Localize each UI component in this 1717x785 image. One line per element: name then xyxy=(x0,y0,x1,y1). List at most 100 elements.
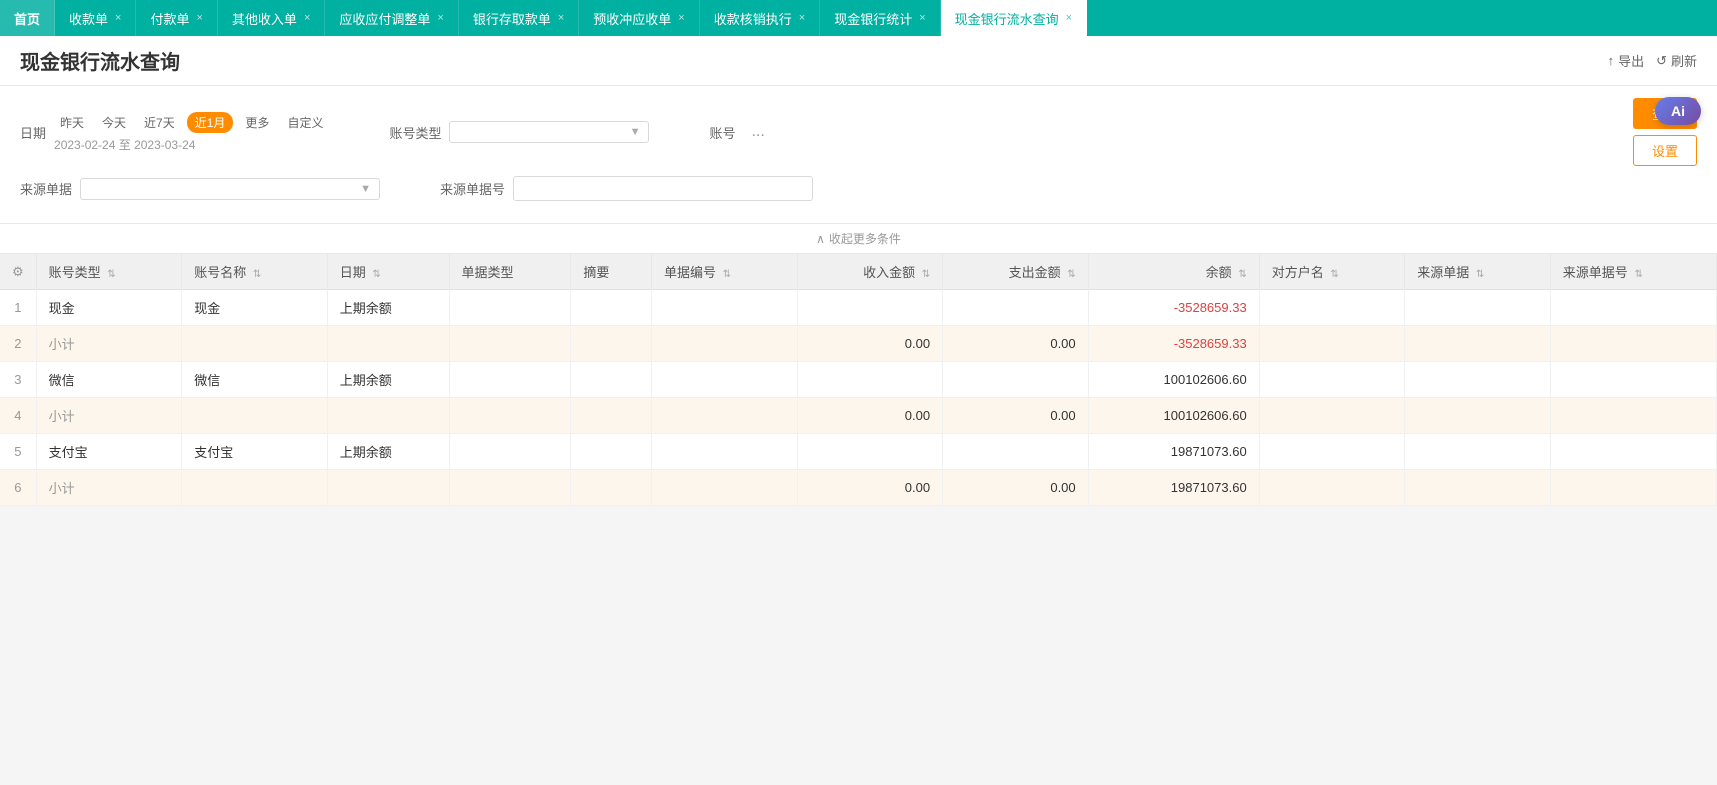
nav-cash-bank-stat[interactable]: 现金银行统计 × xyxy=(820,0,940,36)
nav-prepaid-offset-close[interactable]: × xyxy=(678,12,684,24)
source-doc-label: 来源单据 xyxy=(20,179,72,198)
shortcut-yesterday[interactable]: 昨天 xyxy=(54,112,90,133)
cell-income: 0.00 xyxy=(797,326,943,362)
source-doc-no-filter-group: 来源单据号 xyxy=(440,176,813,201)
th-source-doc-label: 来源单据 xyxy=(1417,265,1469,280)
th-account-type-label: 账号类型 xyxy=(49,265,101,280)
filter-area: 日期 昨天 今天 近7天 近1月 更多 自定义 2023-02-24 至 202… xyxy=(0,86,1717,224)
nav-payment-close[interactable]: × xyxy=(196,12,202,24)
th-income[interactable]: 收入金额 ⇅ xyxy=(797,254,943,290)
th-balance-label: 余额 xyxy=(1206,265,1232,280)
nav-home[interactable]: 首页 xyxy=(0,0,55,36)
th-doc-type: 单据类型 xyxy=(449,254,571,290)
sort-icon-balance: ⇅ xyxy=(1238,269,1246,280)
th-account-type[interactable]: 账号类型 ⇅ xyxy=(36,254,182,290)
th-doc-no[interactable]: 单据编号 ⇅ xyxy=(652,254,798,290)
source-doc-select[interactable]: ▼ xyxy=(80,178,380,200)
cell-gear: 1 xyxy=(0,290,36,326)
th-source-doc-no[interactable]: 来源单据号 ⇅ xyxy=(1550,254,1716,290)
th-source-doc-no-label: 来源单据号 xyxy=(1563,265,1628,280)
th-counterpart[interactable]: 对方户名 ⇅ xyxy=(1259,254,1405,290)
shortcut-more[interactable]: 更多 xyxy=(239,112,275,133)
nav-other-income[interactable]: 其他收入单 × xyxy=(218,0,325,36)
cell-account-name: 支付宝 xyxy=(182,434,328,470)
ai-button[interactable]: Ai xyxy=(1655,97,1701,125)
refresh-icon: ↺ xyxy=(1656,53,1667,69)
date-shortcuts-container: 昨天 今天 近7天 近1月 更多 自定义 2023-02-24 至 2023-0… xyxy=(54,112,329,153)
account-dots[interactable]: ... xyxy=(743,119,772,145)
th-income-label: 收入金额 xyxy=(863,265,915,280)
gear-icon[interactable]: ⚙ xyxy=(12,264,24,279)
cell-expense: 0.00 xyxy=(943,326,1089,362)
nav-payment[interactable]: 付款单 × xyxy=(136,0,217,36)
cell-account-name: 微信 xyxy=(182,362,328,398)
cell-date xyxy=(327,470,449,506)
nav-ar-ap-adjust-label: 应收应付调整单 xyxy=(339,9,430,28)
nav-prepaid-offset[interactable]: 预收冲应收单 × xyxy=(579,0,699,36)
sort-icon-expense: ⇅ xyxy=(1067,269,1075,280)
th-account-name[interactable]: 账号名称 ⇅ xyxy=(182,254,328,290)
table-row: 4小计0.000.00100102606.60 xyxy=(0,398,1717,434)
collapse-bar: ∧ 收起更多条件 xyxy=(0,224,1717,254)
th-gear: ⚙ xyxy=(0,254,36,290)
nav-bank-deposit-close[interactable]: × xyxy=(558,12,564,24)
settings-button[interactable]: 设置 xyxy=(1633,135,1697,166)
cell-source-doc xyxy=(1405,362,1551,398)
cell-account-name: 现金 xyxy=(182,290,328,326)
shortcut-7days[interactable]: 近7天 xyxy=(138,112,181,133)
cell-account-type: 支付宝 xyxy=(36,434,182,470)
nav-receipt-close[interactable]: × xyxy=(115,12,121,24)
cell-account-type: 小计 xyxy=(36,326,182,362)
cell-doc-type xyxy=(449,362,571,398)
cell-gear: 5 xyxy=(0,434,36,470)
top-nav: 首页 收款单 × 付款单 × 其他收入单 × 应收应付调整单 × 银行存取款单 … xyxy=(0,0,1717,36)
cell-summary xyxy=(571,326,652,362)
nav-cash-bank-flow[interactable]: 现金银行流水查询 × xyxy=(941,0,1087,36)
collapse-up-icon: ∧ xyxy=(816,232,825,246)
cell-doc-type xyxy=(449,434,571,470)
cell-account-type: 小计 xyxy=(36,398,182,434)
cell-summary xyxy=(571,362,652,398)
date-label: 日期 xyxy=(20,123,46,142)
account-type-select[interactable]: ▼ xyxy=(449,121,649,143)
source-doc-no-label: 来源单据号 xyxy=(440,179,505,198)
th-summary: 摘要 xyxy=(571,254,652,290)
nav-receipt-verify-label: 收款核销执行 xyxy=(714,9,792,28)
sort-icon-account-type: ⇅ xyxy=(107,269,115,280)
cell-expense: 0.00 xyxy=(943,470,1089,506)
shortcut-today[interactable]: 今天 xyxy=(96,112,132,133)
cell-source-doc-no xyxy=(1550,290,1716,326)
nav-ar-ap-adjust[interactable]: 应收应付调整单 × xyxy=(325,0,458,36)
th-expense[interactable]: 支出金额 ⇅ xyxy=(943,254,1089,290)
export-button[interactable]: ↑ 导出 xyxy=(1608,51,1645,70)
th-date-label: 日期 xyxy=(340,265,366,280)
cell-balance: -3528659.33 xyxy=(1088,290,1259,326)
nav-cash-bank-stat-close[interactable]: × xyxy=(919,12,925,24)
shortcut-1month[interactable]: 近1月 xyxy=(187,112,234,133)
nav-receipt[interactable]: 收款单 × xyxy=(55,0,136,36)
nav-home-label: 首页 xyxy=(14,9,40,28)
th-balance[interactable]: 余额 ⇅ xyxy=(1088,254,1259,290)
nav-receipt-verify[interactable]: 收款核销执行 × xyxy=(700,0,820,36)
th-date[interactable]: 日期 ⇅ xyxy=(327,254,449,290)
collapse-button[interactable]: ∧ 收起更多条件 xyxy=(816,230,901,247)
table-row: 1现金现金上期余额-3528659.33 xyxy=(0,290,1717,326)
cell-source-doc xyxy=(1405,434,1551,470)
cell-date: 上期余额 xyxy=(327,290,449,326)
source-doc-filter-group: 来源单据 ▼ xyxy=(20,178,380,200)
th-source-doc[interactable]: 来源单据 ⇅ xyxy=(1405,254,1551,290)
nav-bank-deposit[interactable]: 银行存取款单 × xyxy=(459,0,579,36)
nav-cash-bank-flow-close[interactable]: × xyxy=(1066,12,1072,24)
collapse-label: 收起更多条件 xyxy=(829,230,901,247)
nav-receipt-verify-close[interactable]: × xyxy=(799,12,805,24)
nav-other-income-label: 其他收入单 xyxy=(232,9,297,28)
nav-ar-ap-adjust-close[interactable]: × xyxy=(437,12,443,24)
shortcut-custom[interactable]: 自定义 xyxy=(281,112,329,133)
sort-icon-counterpart: ⇅ xyxy=(1330,269,1338,280)
source-doc-no-input[interactable] xyxy=(513,176,813,201)
page-header: 现金银行流水查询 ↑ 导出 ↺ 刷新 xyxy=(0,36,1717,86)
nav-other-income-close[interactable]: × xyxy=(304,12,310,24)
refresh-button[interactable]: ↺ 刷新 xyxy=(1656,51,1697,70)
nav-cash-bank-flow-label: 现金银行流水查询 xyxy=(955,9,1059,28)
cell-doc-no xyxy=(652,398,798,434)
